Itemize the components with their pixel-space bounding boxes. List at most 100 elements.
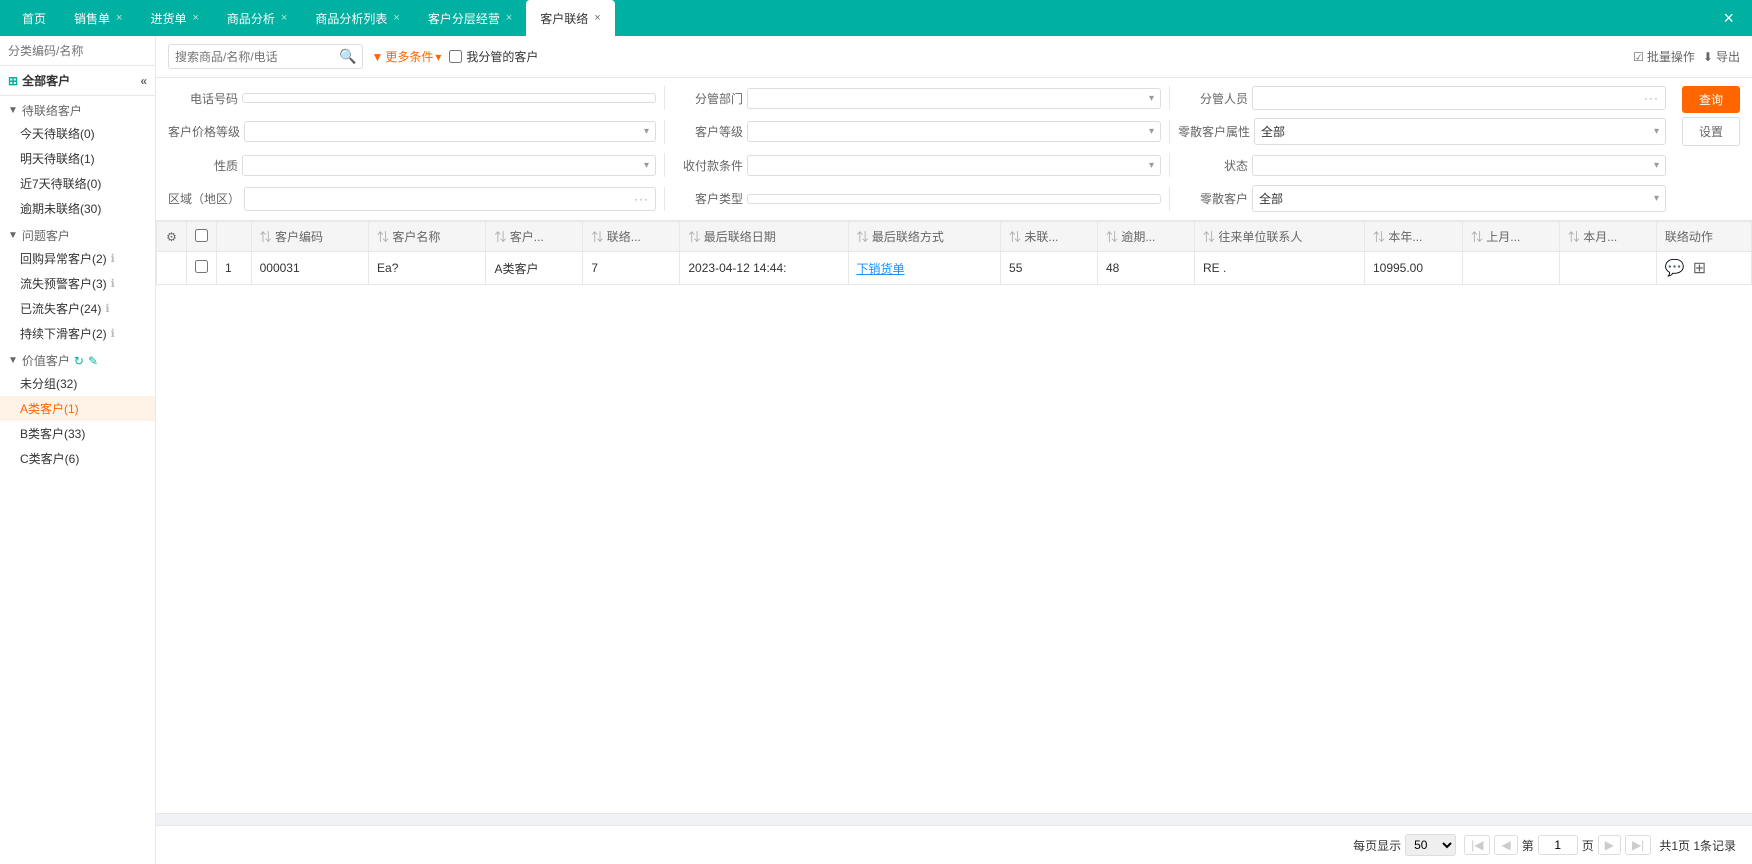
divider-1: [664, 86, 665, 110]
price-level-select[interactable]: ▾: [244, 121, 656, 142]
search-box: 🔍: [168, 44, 363, 69]
customer-type-input[interactable]: [747, 194, 1161, 204]
status-select[interactable]: ▾: [1252, 155, 1666, 176]
sort-icon-name: ⇅: [377, 230, 389, 244]
row-checkbox[interactable]: [195, 260, 208, 273]
setting-button[interactable]: 设置: [1682, 117, 1740, 146]
section-pending-contact: ▼ 待联络客户: [0, 96, 155, 121]
section-arrow-value: ▼: [8, 355, 18, 366]
sidebar-item-class-a[interactable]: A类客户(1): [0, 396, 155, 421]
customer-table: ⚙ ⇅ 客户编码 ⇅ 客户名称 ⇅ 客户...: [156, 221, 1752, 285]
nav-sales[interactable]: 销售单 ×: [60, 0, 136, 36]
close-purchase-icon[interactable]: ×: [192, 12, 198, 24]
chat-icon[interactable]: 💬: [1665, 258, 1685, 278]
sidebar-item-today[interactable]: 今天待联络(0): [0, 121, 155, 146]
row-check[interactable]: [187, 252, 217, 285]
retail-customer-select[interactable]: 全部 ▾: [1252, 185, 1666, 212]
sidebar-collapse-icon[interactable]: «: [140, 74, 147, 88]
query-button[interactable]: 查询: [1682, 86, 1740, 113]
th-last-method[interactable]: ⇅ 最后联络方式: [848, 222, 1000, 252]
nav-purchase[interactable]: 进货单 ×: [136, 0, 212, 36]
sidebar-item-tomorrow[interactable]: 明天待联络(1): [0, 146, 155, 171]
sidebar-item-7days[interactable]: 近7天待联络(0): [0, 171, 155, 196]
nav-analysis[interactable]: 商品分析 ×: [213, 0, 301, 36]
close-customer-tier-icon[interactable]: ×: [506, 12, 512, 24]
field-payment: 收付款条件 ▾: [673, 155, 1161, 176]
close-all-tabs-button[interactable]: ×: [1713, 8, 1744, 29]
export-button[interactable]: ⬇ 导出: [1703, 48, 1740, 65]
th-contact[interactable]: ⇅ 联络...: [583, 222, 680, 252]
manager-input[interactable]: ···: [1252, 86, 1666, 110]
nav-customer-contact[interactable]: 客户联络 ×: [526, 0, 614, 36]
last-method-link[interactable]: 下销货单: [857, 262, 905, 276]
close-analysis-list-icon[interactable]: ×: [393, 12, 399, 24]
sort-icon-date: ⇅: [688, 230, 700, 244]
th-name[interactable]: ⇅ 客户名称: [369, 222, 486, 252]
th-overdue[interactable]: ⇅ 逾期...: [1097, 222, 1194, 252]
sort-icon-overdue: ⇅: [1106, 230, 1118, 244]
close-analysis-icon[interactable]: ×: [281, 12, 287, 24]
more-filters-button[interactable]: ▼ 更多条件 ▾: [371, 48, 441, 65]
row-last-method[interactable]: 下销货单: [848, 252, 1000, 285]
batch-op-button[interactable]: ☑ 批量操作: [1633, 48, 1695, 65]
search-icon[interactable]: 🔍: [339, 48, 356, 65]
last-page-button[interactable]: ▶|: [1625, 835, 1651, 855]
search-input[interactable]: [175, 50, 335, 64]
filter-icon: ▼: [371, 50, 383, 64]
nav-analysis-list[interactable]: 商品分析列表 ×: [301, 0, 413, 36]
filter-row-3: 性质 ▾ 收付款条件 ▾: [168, 153, 1666, 177]
th-code[interactable]: ⇅ 客户编码: [251, 222, 368, 252]
main-layout: 🔍 ⊞ 全部客户 « ▼ 待联络客户 今天待联络(0) 明天待联络(1) 近7天…: [0, 36, 1752, 864]
add-value-group-icon[interactable]: ↻: [74, 354, 84, 368]
th-no-contact[interactable]: ⇅ 未联...: [1001, 222, 1098, 252]
my-customers-checkbox[interactable]: 我分管的客户: [449, 48, 538, 65]
section-value-customers: ▼ 价值客户 ↻ ✎: [0, 346, 155, 371]
payment-select[interactable]: ▾: [747, 155, 1161, 176]
dept-select[interactable]: ▾: [747, 88, 1161, 109]
select-all-checkbox[interactable]: [195, 229, 208, 242]
th-check[interactable]: [187, 222, 217, 252]
retail-customer-label: 零散客户: [1178, 190, 1248, 207]
row-index: 1: [217, 252, 252, 285]
phone-input[interactable]: [242, 93, 656, 103]
field-customer-level: 客户等级 ▾: [673, 121, 1161, 142]
nav-home[interactable]: 首页: [8, 0, 60, 36]
th-this-year[interactable]: ⇅ 本年...: [1364, 222, 1462, 252]
sidebar-search-input[interactable]: [8, 44, 156, 58]
th-last-month[interactable]: ⇅ 上月...: [1462, 222, 1559, 252]
sidebar-item-churned[interactable]: 已流失客户(24) ℹ: [0, 296, 155, 321]
sidebar-item-class-b[interactable]: B类客户(33): [0, 421, 155, 446]
th-last-date[interactable]: ⇅ 最后联络日期: [680, 222, 848, 252]
filter-bar: 🔍 ▼ 更多条件 ▾ 我分管的客户 ☑ 批量操作 ⬇ 导出: [156, 36, 1752, 78]
per-page-select[interactable]: 50 100 200: [1405, 834, 1456, 856]
page-number-input[interactable]: [1538, 835, 1578, 855]
sidebar-item-churn-warning[interactable]: 流失预警客户(3) ℹ: [0, 271, 155, 296]
close-customer-contact-icon[interactable]: ×: [594, 12, 600, 24]
row-this-year: 10995.00: [1364, 252, 1462, 285]
my-customers-check[interactable]: [449, 50, 462, 63]
edit-value-group-icon[interactable]: ✎: [88, 354, 98, 368]
prev-page-button[interactable]: ◀: [1494, 835, 1517, 855]
horizontal-scrollbar[interactable]: [156, 813, 1752, 825]
sidebar-item-abnormal-repurchase[interactable]: 回购异常客户(2) ℹ: [0, 246, 155, 271]
section-arrow-problem: ▼: [8, 230, 18, 241]
grid-action-icon[interactable]: ⊞: [1693, 258, 1706, 278]
next-page-button[interactable]: ▶: [1598, 835, 1621, 855]
sidebar-item-overdue[interactable]: 逾期未联络(30): [0, 196, 155, 221]
nature-select[interactable]: ▾: [242, 155, 656, 176]
retail-attr-select[interactable]: 全部 ▾: [1254, 118, 1666, 145]
th-company-contact[interactable]: ⇅ 往来单位联系人: [1194, 222, 1364, 252]
table-header-row: ⚙ ⇅ 客户编码 ⇅ 客户名称 ⇅ 客户...: [157, 222, 1752, 252]
close-sales-icon[interactable]: ×: [116, 12, 122, 24]
sort-icon-company: ⇅: [1203, 230, 1215, 244]
sidebar-item-declining[interactable]: 持续下滑客户(2) ℹ: [0, 321, 155, 346]
sidebar-item-unclassified[interactable]: 未分组(32): [0, 371, 155, 396]
sidebar-item-class-c[interactable]: C类客户(6): [0, 446, 155, 471]
customer-level-select[interactable]: ▾: [747, 121, 1161, 142]
th-this-month[interactable]: ⇅ 本月...: [1559, 222, 1656, 252]
first-page-button[interactable]: |◀: [1464, 835, 1490, 855]
nav-customer-tier[interactable]: 客户分层经营 ×: [414, 0, 526, 36]
th-level[interactable]: ⇅ 客户...: [486, 222, 583, 252]
th-gear[interactable]: ⚙: [157, 222, 187, 252]
region-input[interactable]: ···: [244, 187, 656, 211]
